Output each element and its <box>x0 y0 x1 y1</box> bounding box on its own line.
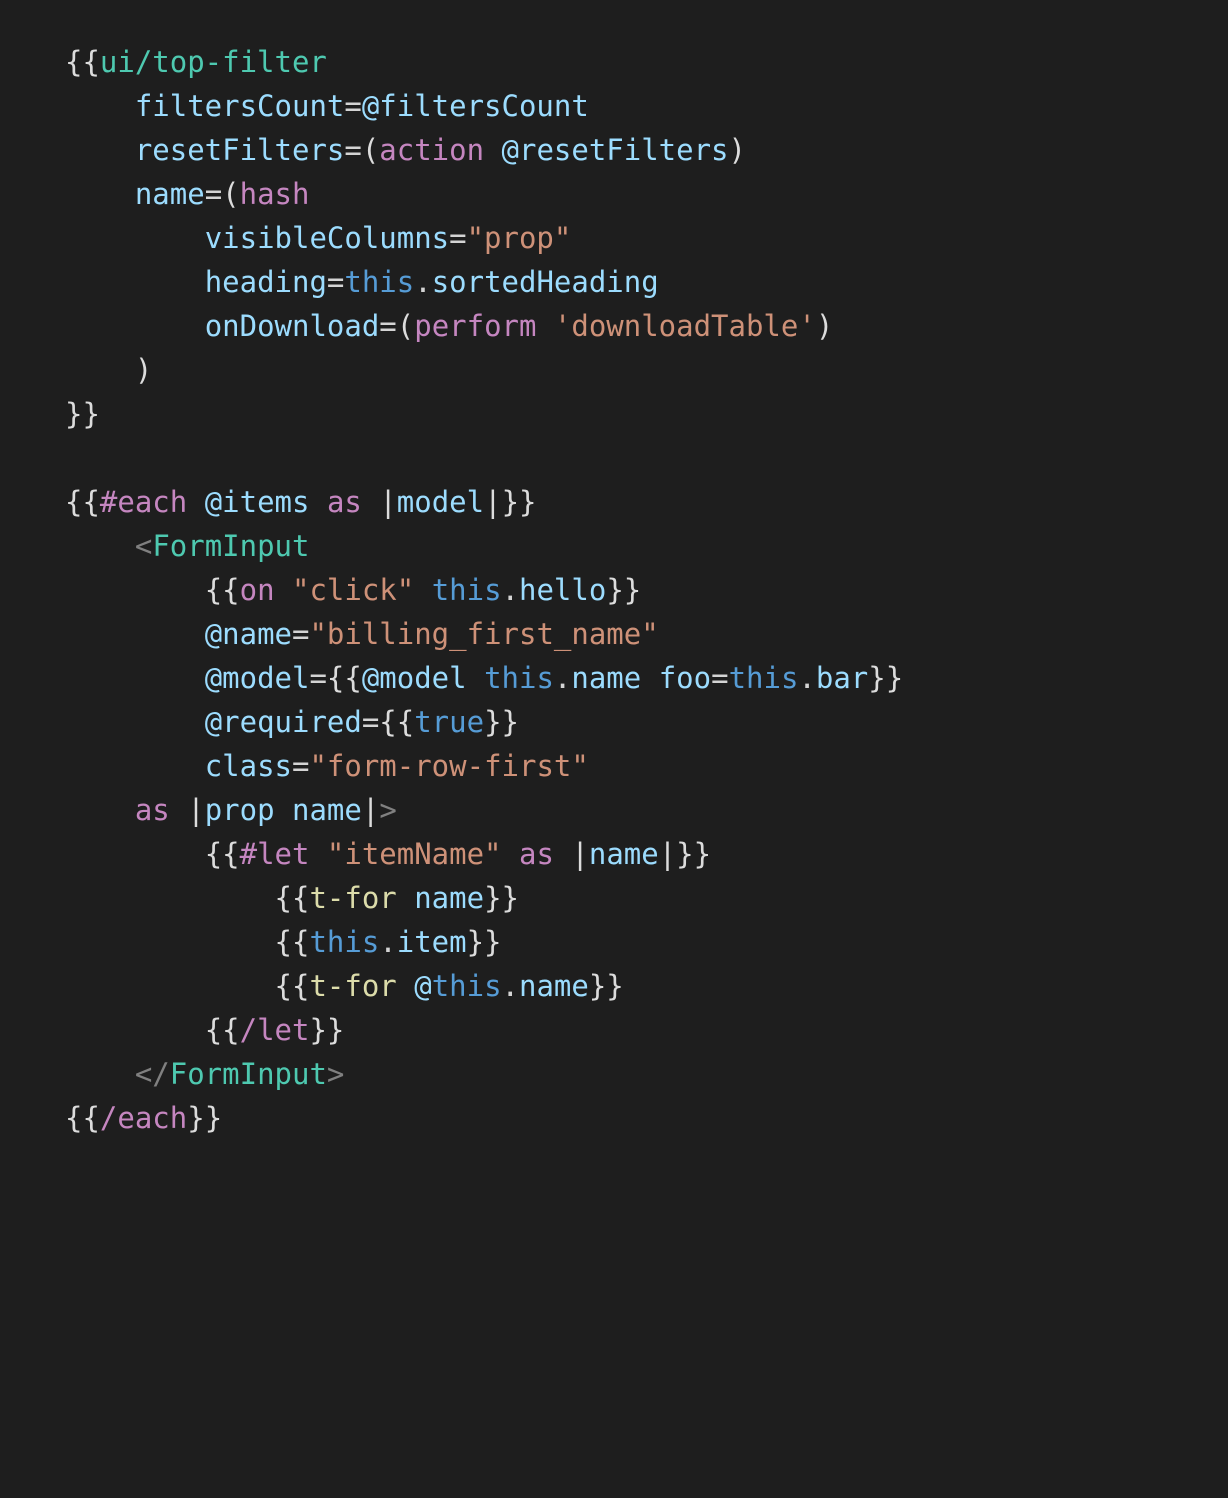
each-items: @items <box>205 485 310 519</box>
arg-downloadTable: 'downloadTable' <box>554 309 816 343</box>
keyword-as-3: as <box>519 837 554 871</box>
modifier-on: on <box>240 573 275 607</box>
component-name: ui/top-filter <box>100 45 327 79</box>
model-arg1: @model <box>362 661 467 695</box>
helper-t-for-2: t-for <box>309 969 396 1003</box>
code-block[interactable]: {{ui/top-filter filtersCount=@filtersCou… <box>0 0 1228 1140</box>
helper-action: action <box>379 133 484 167</box>
helper-hash: hash <box>240 177 310 211</box>
hash-visibleColumns: visibleColumns <box>205 221 449 255</box>
attr-at-name: @name <box>205 617 292 651</box>
helper-t-for-1: t-for <box>309 881 396 915</box>
keyword-as: as <box>327 485 362 519</box>
blockparam-model: model <box>397 485 484 519</box>
blockparam-name: name <box>292 793 362 827</box>
val-form-row-first: "form-row-first" <box>309 749 588 783</box>
attr-class: class <box>205 749 292 783</box>
val-billing-first-name: "billing_first_name" <box>309 617 658 651</box>
attr-filtersCount: filtersCount <box>135 89 345 123</box>
let-arg: "itemName" <box>327 837 502 871</box>
blockparam-prop: prop <box>205 793 275 827</box>
arg-resetFilters: @resetFilters <box>502 133 729 167</box>
model-kv-key: foo <box>659 661 711 695</box>
attr-at-required: @required <box>205 705 362 739</box>
val-filtersCount: @filtersCount <box>362 89 589 123</box>
blockparam-name-2: name <box>589 837 659 871</box>
t-for-arg-1: name <box>414 881 484 915</box>
tag-forminput-close: FormInput <box>170 1057 327 1091</box>
helper-perform: perform <box>414 309 536 343</box>
keyword-as-2: as <box>135 793 170 827</box>
attr-resetFilters: resetFilters <box>135 133 345 167</box>
on-event: "click" <box>292 573 414 607</box>
hash-heading: heading <box>205 265 327 299</box>
attr-name: name <box>135 177 205 211</box>
keyword-each-close: /each <box>100 1101 187 1135</box>
keyword-let-close: /let <box>240 1013 310 1047</box>
tag-forminput-open: FormInput <box>152 529 309 563</box>
attr-at-model: @model <box>205 661 310 695</box>
keyword-let: #let <box>240 837 310 871</box>
keyword-each: #each <box>100 485 187 519</box>
val-true: true <box>414 705 484 739</box>
val-visibleColumns: "prop" <box>467 221 572 255</box>
hash-onDownload: onDownload <box>205 309 380 343</box>
